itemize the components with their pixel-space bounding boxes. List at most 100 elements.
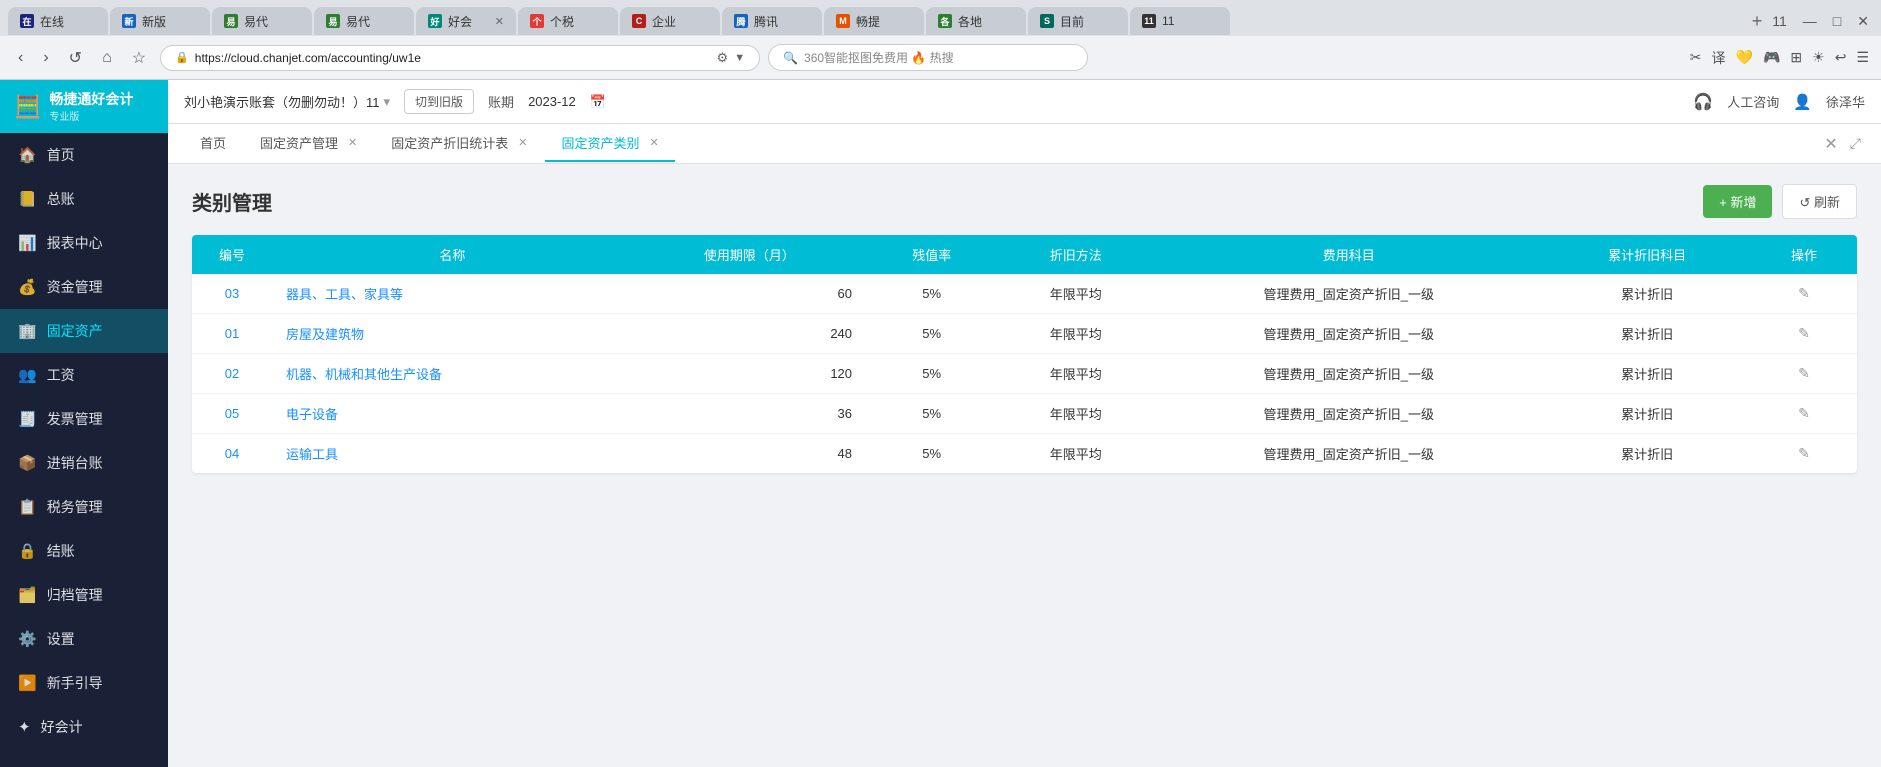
sidebar-item-archive[interactable]: 🗂️ 归档管理 xyxy=(0,573,168,617)
tab-close-button[interactable]: ✕ xyxy=(495,15,504,28)
table-cell-expense-account: 管理费用_固定资产折旧_一级 xyxy=(1154,354,1543,394)
bookmark-button[interactable]: ☆ xyxy=(126,46,152,70)
search-text: 360智能抠图免费用 🔥 热搜 xyxy=(804,49,954,66)
page-tab-fixed-asset-mgmt[interactable]: 固定资产管理 ✕ xyxy=(244,125,373,162)
refresh-button[interactable]: ↺ 刷新 xyxy=(1782,184,1857,219)
table-column-header: 折旧方法 xyxy=(997,235,1154,274)
expand-panel-button[interactable]: ⤢ xyxy=(1846,135,1865,152)
add-category-button[interactable]: + 新增 xyxy=(1703,185,1772,218)
translate-icon[interactable]: 译 xyxy=(1712,48,1726,68)
table-cell-code[interactable]: 05 xyxy=(192,394,272,434)
table-cell-method: 年限平均 xyxy=(997,274,1154,314)
page-tab-home[interactable]: 首页 xyxy=(184,125,242,162)
sidebar-item-fixed-assets[interactable]: 🏢 固定资产 xyxy=(0,309,168,353)
page-tab-close-button[interactable]: ✕ xyxy=(650,136,659,149)
menu-icon[interactable]: ☰ xyxy=(1856,49,1869,66)
back-button[interactable]: ‹ xyxy=(12,47,29,69)
url-bar[interactable]: 🔒 https://cloud.chanjet.com/accounting/u… xyxy=(160,45,760,71)
browser-tab-t6[interactable]: 个 个税 xyxy=(518,7,618,35)
undo-icon[interactable]: ↩ xyxy=(1835,49,1847,66)
maximize-button[interactable]: □ xyxy=(1829,13,1845,29)
new-tab-button[interactable]: + xyxy=(1748,11,1767,32)
table-cell-name[interactable]: 电子设备 xyxy=(272,394,633,434)
browser-tab-t4[interactable]: 易 易代 xyxy=(314,7,414,35)
table-row: 05 电子设备 36 5% 年限平均 管理费用_固定资产折旧_一级 累计折旧 ✎ xyxy=(192,394,1857,434)
dropdown-icon[interactable]: ▾ xyxy=(384,94,391,110)
sidebar-item-funds[interactable]: 💰 资金管理 xyxy=(0,265,168,309)
table-cell-code[interactable]: 03 xyxy=(192,274,272,314)
sidebar-label-tax: 税务管理 xyxy=(47,497,103,517)
page-tabs: 首页 固定资产管理 ✕ 固定资产折旧统计表 ✕ 固定资产类别 ✕ ✕ ⤢ xyxy=(168,124,1881,164)
page-tab-close-button[interactable]: ✕ xyxy=(518,136,527,149)
browser-tab-t9[interactable]: M 畅提 xyxy=(824,7,924,35)
sidebar-item-invoices[interactable]: 🧾 发票管理 xyxy=(0,397,168,441)
table-cell-code[interactable]: 04 xyxy=(192,434,272,474)
sidebar-item-payroll[interactable]: 👥 工资 xyxy=(0,353,168,397)
edit-button[interactable]: ✎ xyxy=(1798,365,1810,381)
sidebar-item-reports[interactable]: 📊 报表中心 xyxy=(0,221,168,265)
browser-tab-t8[interactable]: 腾 腾讯 xyxy=(722,7,822,35)
sidebar-item-home[interactable]: 🏠 首页 xyxy=(0,133,168,177)
page-tab-label: 固定资产折旧统计表 xyxy=(391,133,508,152)
forward-button[interactable]: › xyxy=(37,47,54,69)
sidebar-icon-fixed-assets: 🏢 xyxy=(18,322,37,340)
sidebar-label-home: 首页 xyxy=(47,145,75,165)
browser-tab-t11[interactable]: S 目前 xyxy=(1028,7,1128,35)
table-cell-code[interactable]: 01 xyxy=(192,314,272,354)
sidebar-item-tax[interactable]: 📋 税务管理 xyxy=(0,485,168,529)
table-cell-name[interactable]: 房屋及建筑物 xyxy=(272,314,633,354)
browser-tab-t10[interactable]: 各 各地 xyxy=(926,7,1026,35)
tab-count-badge[interactable]: 11 xyxy=(1768,13,1791,29)
browser-tab-t1[interactable]: 在 在线 xyxy=(8,7,108,35)
switch-version-button[interactable]: 切到旧版 xyxy=(404,89,474,114)
site-settings-icon[interactable]: ⚙ xyxy=(717,50,729,66)
sidebar-icon-guide: ▶️ xyxy=(18,674,37,692)
sidebar-item-ledger[interactable]: 📒 总账 xyxy=(0,177,168,221)
edit-button[interactable]: ✎ xyxy=(1798,325,1810,341)
user-display-name: 刘小艳演示账套（勿删勿动！）11 xyxy=(184,92,380,111)
url-text: https://cloud.chanjet.com/accounting/uw1… xyxy=(195,51,421,65)
sidebar-item-inventory[interactable]: 📦 进销台账 xyxy=(0,441,168,485)
sidebar-item-more[interactable]: ✦ 好会计 xyxy=(0,705,168,749)
game-icon[interactable]: 🎮 xyxy=(1763,49,1780,66)
minimize-button[interactable]: — xyxy=(1799,13,1821,29)
browser-tab-t3[interactable]: 易 易代 xyxy=(212,7,312,35)
table-cell-name[interactable]: 机器、机械和其他生产设备 xyxy=(272,354,633,394)
sidebar-item-closing[interactable]: 🔒 结账 xyxy=(0,529,168,573)
page-tab-fixed-asset-depreciation[interactable]: 固定资产折旧统计表 ✕ xyxy=(375,125,543,162)
page-title: 类别管理 xyxy=(192,187,272,216)
lock-icon: 🔒 xyxy=(175,51,189,64)
close-window-button[interactable]: ✕ xyxy=(1853,13,1873,30)
sidebar-item-settings[interactable]: ⚙️ 设置 xyxy=(0,617,168,661)
browser-tab-t5[interactable]: 好 好会 ✕ xyxy=(416,7,516,35)
page-tab-close-button[interactable]: ✕ xyxy=(348,136,357,149)
scissors-icon[interactable]: ✂ xyxy=(1690,49,1702,66)
expand-icon[interactable]: ▼ xyxy=(734,52,745,64)
tab-title: 个税 xyxy=(550,13,606,30)
service-label[interactable]: 人工咨询 xyxy=(1727,92,1779,111)
home-button[interactable]: ⌂ xyxy=(96,47,118,69)
edit-button[interactable]: ✎ xyxy=(1798,285,1810,301)
brightness-icon[interactable]: ☀ xyxy=(1812,49,1825,66)
table-cell-expense-account: 管理费用_固定资产折旧_一级 xyxy=(1154,394,1543,434)
browser-tab-t2[interactable]: 新 新版 xyxy=(110,7,210,35)
edit-button[interactable]: ✎ xyxy=(1798,445,1810,461)
tab-favicon: 易 xyxy=(224,14,238,28)
wallet-icon[interactable]: 💛 xyxy=(1736,49,1753,66)
table-cell-name[interactable]: 器具、工具、家具等 xyxy=(272,274,633,314)
table-cell-name[interactable]: 运输工具 xyxy=(272,434,633,474)
search-bar[interactable]: 🔍 360智能抠图免费用 🔥 热搜 xyxy=(768,44,1088,71)
page-tab-fixed-asset-category[interactable]: 固定资产类别 ✕ xyxy=(545,125,674,162)
data-table: 编号名称使用期限（月）残值率折旧方法费用科目累计折旧科目操作 03 器具、工具、… xyxy=(192,235,1857,473)
close-panel-button[interactable]: ✕ xyxy=(1820,134,1841,154)
calendar-icon[interactable]: 📅 xyxy=(590,94,606,110)
grid-icon[interactable]: ⊞ xyxy=(1790,49,1802,66)
table-cell-code[interactable]: 02 xyxy=(192,354,272,394)
edit-button[interactable]: ✎ xyxy=(1798,405,1810,421)
tab-bar: 在 在线 新 新版 易 易代 易 易代 好 好会 ✕ 个 个税 C 企业 腾 腾… xyxy=(0,0,1881,36)
browser-tab-t7[interactable]: C 企业 xyxy=(620,7,720,35)
header-username[interactable]: 徐泽华 xyxy=(1826,92,1865,111)
reload-button[interactable]: ↺ xyxy=(63,46,88,70)
sidebar-item-guide[interactable]: ▶️ 新手引导 xyxy=(0,661,168,705)
browser-tab-t12[interactable]: 11 11 xyxy=(1130,7,1230,35)
